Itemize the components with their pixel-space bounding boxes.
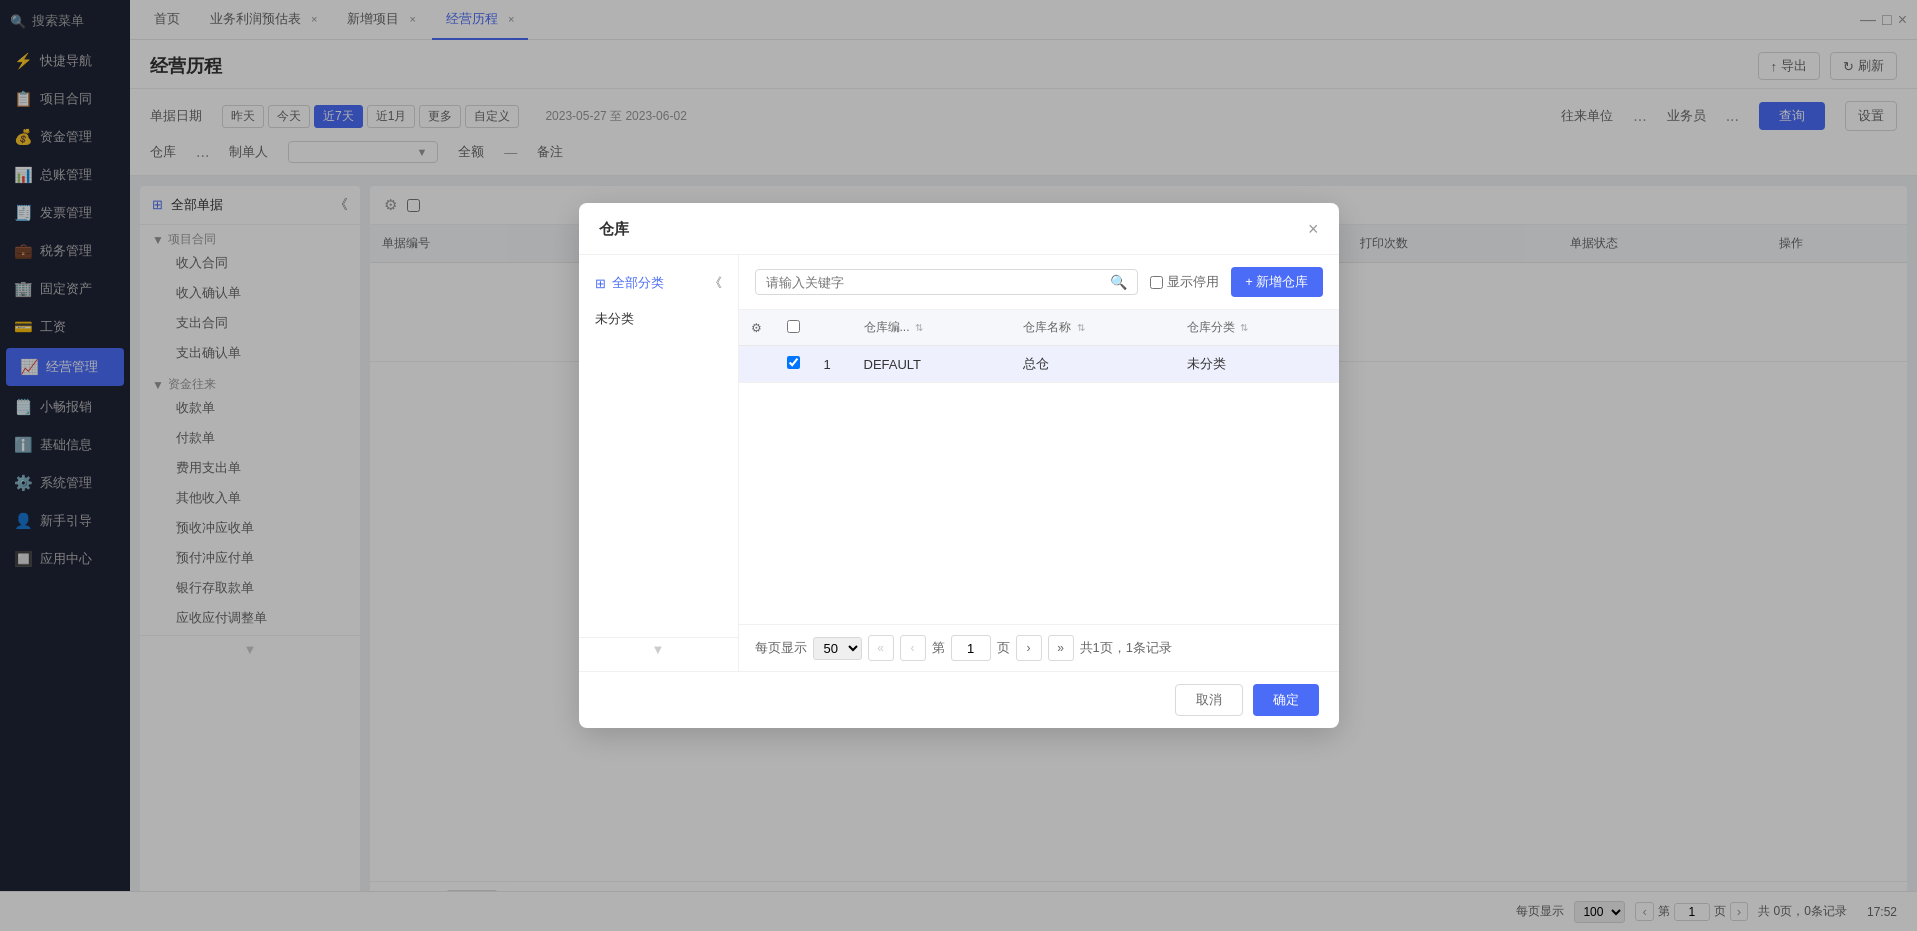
grid-icon-modal: ⊞ xyxy=(595,276,606,291)
all-cat-label: 全部分类 xyxy=(612,274,664,292)
modal-page-suffix: 页 xyxy=(997,639,1010,657)
modal-th-checkbox xyxy=(775,310,812,346)
row-category-cell: 未分类 xyxy=(1175,346,1339,383)
modal-th-name: 仓库名称 ⇅ xyxy=(1011,310,1175,346)
modal-table-wrapper: ⚙ 仓库编... ⇅ 仓库名称 ⇅ xyxy=(739,310,1339,624)
modal-all-category[interactable]: ⊞ 全部分类 《 xyxy=(579,265,738,301)
modal-page-label: 第 xyxy=(932,639,945,657)
show-disabled-checkbox[interactable] xyxy=(1150,276,1163,289)
modal-scroll-area: ▼ xyxy=(579,337,738,661)
sort-icon-name: ⇅ xyxy=(1077,322,1085,333)
modal-next-page-btn[interactable]: › xyxy=(1016,635,1042,661)
show-disabled-label: 显示停用 xyxy=(1150,273,1219,291)
modal-footer: 每页显示 50 « ‹ 第 页 › » 共1页，1条记录 xyxy=(739,624,1339,671)
sort-icon-code: ⇅ xyxy=(915,322,923,333)
row-name-cell: 总仓 xyxy=(1011,346,1175,383)
table-row[interactable]: 1 DEFAULT 总仓 未分类 xyxy=(739,346,1339,383)
row-checkbox[interactable] xyxy=(787,356,800,369)
modal-confirm-button[interactable]: 确定 xyxy=(1253,684,1319,716)
modal-cancel-button[interactable]: 取消 xyxy=(1175,684,1243,716)
modal-per-page-select[interactable]: 50 xyxy=(813,637,862,660)
warehouse-modal: 仓库 × ⊞ 全部分类 《 未分类 ▼ xyxy=(579,203,1339,728)
uncategorized-label: 未分类 xyxy=(595,310,634,328)
scroll-down-btn[interactable]: ▼ xyxy=(579,637,738,661)
modal-search-input[interactable] xyxy=(766,275,1111,290)
modal-title: 仓库 xyxy=(599,220,629,239)
modal-th-code: 仓库编... ⇅ xyxy=(852,310,1012,346)
modal-uncategorized[interactable]: 未分类 xyxy=(579,301,738,337)
modal-th-settings: ⚙ xyxy=(739,310,775,346)
modal-body: ⊞ 全部分类 《 未分类 ▼ 🔍 xyxy=(579,255,1339,671)
modal-per-page-label: 每页显示 xyxy=(755,639,807,657)
add-warehouse-button[interactable]: + 新增仓库 xyxy=(1231,267,1322,297)
row-settings-cell xyxy=(739,346,775,383)
row-num-cell: 1 xyxy=(812,346,852,383)
collapse-left-icon[interactable]: 《 xyxy=(709,274,722,292)
modal-toolbar: 🔍 显示停用 + 新增仓库 xyxy=(739,255,1339,310)
row-code-cell: DEFAULT xyxy=(852,346,1012,383)
row-checkbox-cell xyxy=(775,346,812,383)
show-disabled-text: 显示停用 xyxy=(1167,273,1219,291)
modal-last-page-btn[interactable]: » xyxy=(1048,635,1074,661)
modal-th-category: 仓库分类 ⇅ xyxy=(1175,310,1339,346)
modal-page-input[interactable] xyxy=(951,635,991,661)
modal-total-info: 共1页，1条记录 xyxy=(1080,639,1172,657)
modal-close-button[interactable]: × xyxy=(1308,219,1319,240)
modal-overlay: 仓库 × ⊞ 全部分类 《 未分类 ▼ xyxy=(0,0,1917,931)
modal-categories: ⊞ 全部分类 《 未分类 ▼ xyxy=(579,255,739,671)
modal-search-icon: 🔍 xyxy=(1110,274,1127,290)
modal-right: 🔍 显示停用 + 新增仓库 ⚙ xyxy=(739,255,1339,671)
modal-first-page-btn[interactable]: « xyxy=(868,635,894,661)
modal-th-num xyxy=(812,310,852,346)
modal-table: ⚙ 仓库编... ⇅ 仓库名称 ⇅ xyxy=(739,310,1339,383)
modal-prev-page-btn[interactable]: ‹ xyxy=(900,635,926,661)
modal-search-box: 🔍 xyxy=(755,269,1139,295)
modal-header: 仓库 × xyxy=(579,203,1339,255)
sort-icon-category: ⇅ xyxy=(1240,322,1248,333)
modal-pagination: 每页显示 50 « ‹ 第 页 › » 共1页，1条记录 xyxy=(755,635,1172,661)
modal-select-all[interactable] xyxy=(787,320,800,333)
modal-actions: 取消 确定 xyxy=(579,671,1339,728)
